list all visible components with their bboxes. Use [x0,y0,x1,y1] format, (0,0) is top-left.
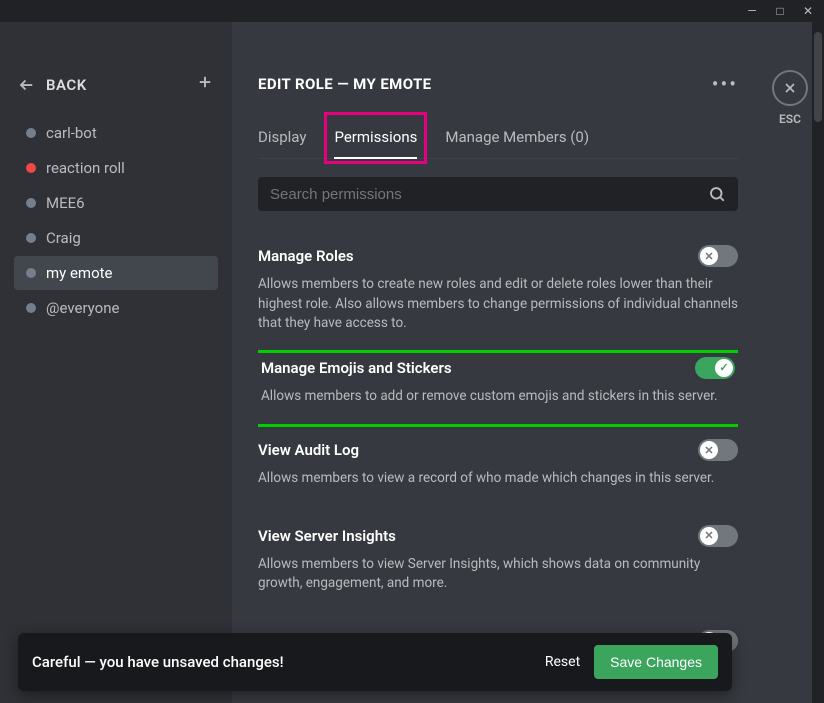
permission-description: Allows members to create new roles and e… [258,275,738,334]
arrow-left-icon [18,76,36,94]
sidebar-role-item[interactable]: reaction roll [14,151,218,185]
permission-toggle[interactable] [698,525,738,547]
permission-title: Manage Emojis and Stickers [261,359,452,377]
main-panel: EDIT ROLE — MY EMOTE ••• ESC Display Per… [232,22,824,703]
role-name-label: Craig [46,229,81,247]
role-color-dot [26,303,36,313]
window-close-button[interactable]: ✕ [794,0,822,22]
back-button[interactable]: BACK [18,76,87,94]
scrollbar-thumb[interactable] [814,32,822,122]
search-icon [708,185,726,203]
unsaved-changes-bar: Careful — you have unsaved changes! Rese… [18,633,732,691]
page-title: EDIT ROLE — MY EMOTE [258,75,431,93]
roles-sidebar: BACK carl-bot reaction roll MEE6 Craig my em… [0,22,232,703]
permission-description: Allows members to add or remove custom e… [261,387,735,407]
role-name-label: reaction roll [46,159,125,177]
permission-title: View Audit Log [258,441,359,459]
permission-description: Allows members to view Server Insights, … [258,555,738,594]
x-icon [700,527,718,545]
role-color-dot [26,198,36,208]
permissions-list: Manage Roles Allows members to create new… [258,229,738,669]
more-options-button[interactable]: ••• [712,72,738,96]
esc-label: ESC [779,112,801,126]
role-color-dot [26,163,36,173]
plus-icon [196,73,214,91]
sidebar-role-item[interactable]: @everyone [14,291,218,325]
reset-button[interactable]: Reset [545,654,580,670]
permission-title: Manage Roles [258,247,354,265]
check-icon [715,359,733,377]
unsaved-changes-text: Careful — you have unsaved changes! [32,653,284,671]
add-role-button[interactable] [196,72,214,97]
permission-title: View Server Insights [258,527,396,545]
role-color-dot [26,268,36,278]
window-titlebar: — □ ✕ [0,0,824,22]
tabs: Display Permissions Manage Members (0) [258,116,738,159]
role-name-label: carl-bot [46,124,97,142]
scrollbar[interactable] [812,22,824,703]
window-maximize-button[interactable]: □ [766,0,794,22]
tab-display[interactable]: Display [258,116,306,158]
permission-toggle[interactable] [698,439,738,461]
search-input[interactable] [270,186,708,203]
role-color-dot [26,128,36,138]
sidebar-role-item[interactable]: my emote [14,256,218,290]
close-icon [782,80,798,96]
permission-item: Manage Roles Allows members to create new… [258,229,738,354]
save-changes-button[interactable]: Save Changes [594,645,718,679]
sidebar-role-item[interactable]: Craig [14,221,218,255]
sidebar-role-item[interactable]: carl-bot [14,116,218,150]
permission-item: View Server Insights Allows members to vi… [258,509,738,614]
x-icon [700,441,718,459]
close-button[interactable] [772,70,808,106]
role-name-label: @everyone [46,299,119,317]
permission-description: Allows members to view a record of who m… [258,469,738,489]
tab-manage-members[interactable]: Manage Members (0) [445,116,589,158]
permission-toggle[interactable] [695,357,735,379]
tab-permissions[interactable]: Permissions [334,116,417,158]
back-label: BACK [46,76,87,94]
permission-item: View Audit Log Allows members to view a r… [258,423,738,509]
search-permissions-field[interactable] [258,177,738,211]
x-icon [700,247,718,265]
sidebar-role-item[interactable]: MEE6 [14,186,218,220]
window-minimize-button[interactable]: — [738,0,766,22]
role-name-label: my emote [46,264,113,282]
role-color-dot [26,233,36,243]
permission-toggle[interactable] [698,245,738,267]
permission-item: Manage Emojis and Stickers Allows members… [258,350,738,428]
role-name-label: MEE6 [46,194,85,212]
